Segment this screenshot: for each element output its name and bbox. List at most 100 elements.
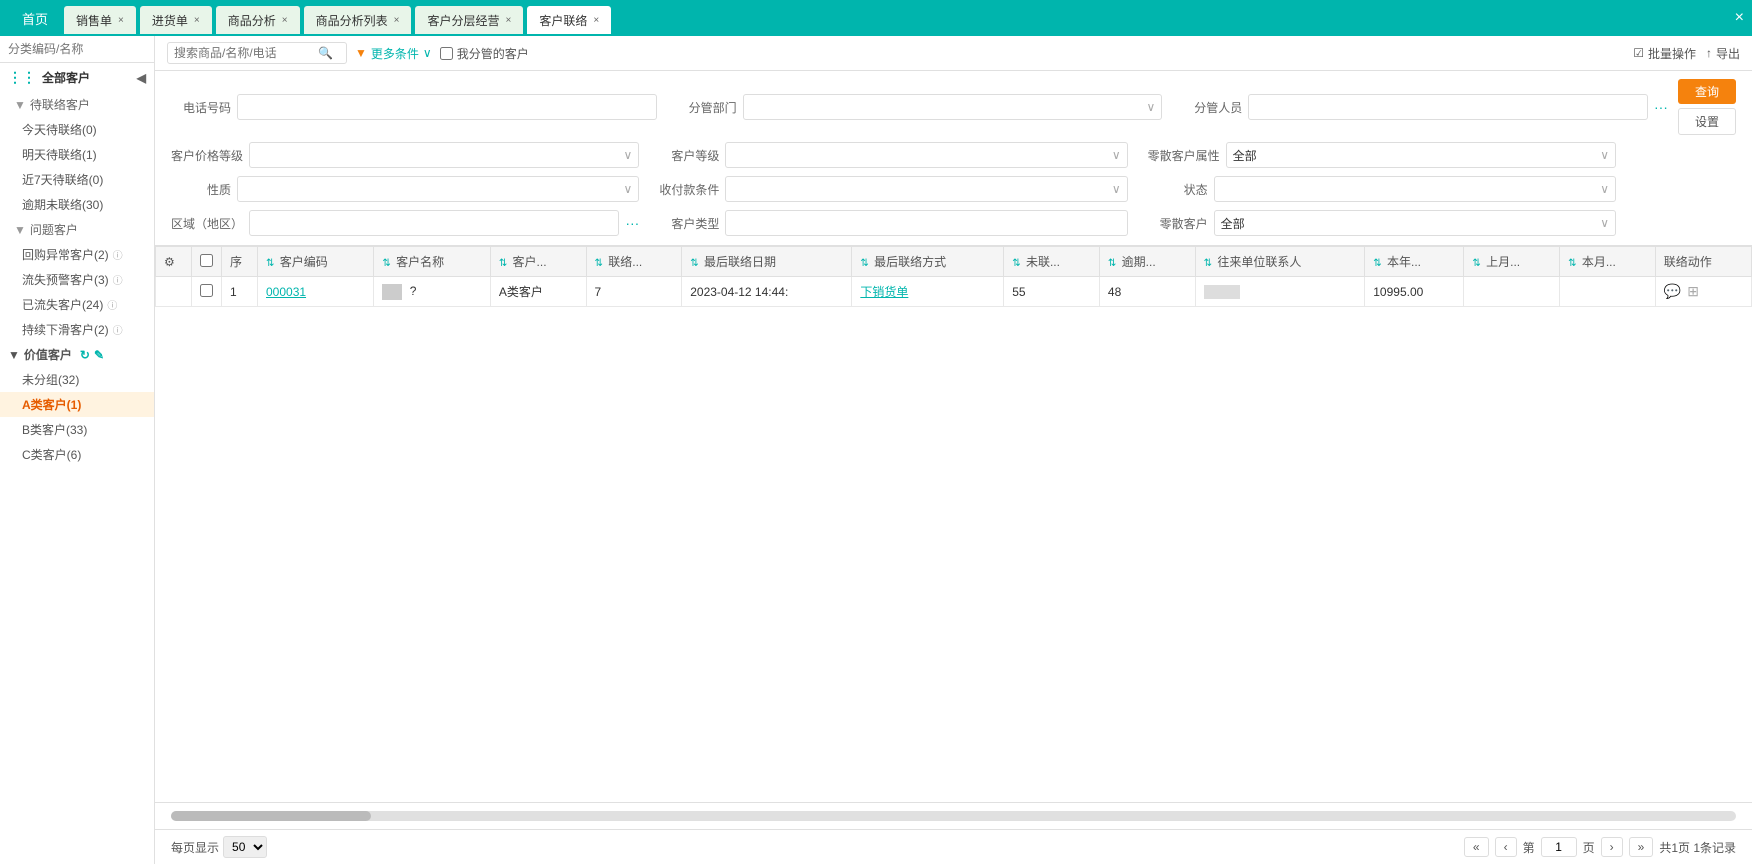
col-contact-count[interactable]: ⇅ 联络... [586,247,682,277]
sidebar-item-tomorrow[interactable]: 明天待联络(1) [0,142,154,167]
tab-close-customer-segment[interactable]: × [505,15,511,26]
filter-select-nature[interactable]: ∨ [237,176,639,202]
more-conditions-button[interactable]: ▼ 更多条件 ∨ [355,45,432,62]
sidebar-item-today[interactable]: 今天待联络(0) [0,117,154,142]
filter-input-person[interactable] [1248,94,1648,120]
setting-button[interactable]: 设置 [1678,108,1736,135]
sidebar-group-value[interactable]: ▼ 价值客户 ↻ ✎ [0,342,154,367]
filter-cell-status: 状态 ∨ [1148,175,1616,203]
filter-row-3: 性质 ∨ 收付款条件 ∨ 状态 [171,175,1736,203]
sidebar-search-box[interactable]: 🔍 [0,36,154,63]
filter-dots-person[interactable]: ··· [1654,99,1668,115]
bulk-op-button[interactable]: ☑ 批量操作 [1633,45,1696,62]
my-customers-checkbox[interactable]: 我分管的客户 [440,45,529,62]
sidebar-item-churned[interactable]: 已流失客户(24) ⓘ [0,292,154,317]
tab-close-customer-contact[interactable]: × [593,15,599,26]
cell-seq: 1 [222,277,258,307]
sidebar-item-churn-warning[interactable]: 流失预警客户(3) ⓘ [0,267,154,292]
filter-select-cust-level[interactable]: ∨ [725,142,1127,168]
col-last-method[interactable]: ⇅ 最后联络方式 [852,247,1004,277]
filter-select-dept[interactable]: ∨ [743,94,1163,120]
filter-select-retail-attr[interactable]: 全部 ∨ [1226,142,1616,168]
sidebar-item-abnormal[interactable]: 回购异常客户(2) ⓘ [0,242,154,267]
tab-home[interactable]: 首页 [8,0,62,36]
col-last-month[interactable]: ⇅ 上月... [1464,247,1560,277]
filter-cell-region: 区域（地区） ··· [171,209,639,237]
cell-last-method[interactable]: 下销货单 [852,277,1004,307]
sidebar-group-pending[interactable]: ▼ 待联络客户 [0,92,154,117]
scroll-thumb[interactable] [171,811,371,821]
prev-page-button[interactable]: ‹ [1495,837,1517,857]
filter-select-payment[interactable]: ∨ [725,176,1127,202]
cell-last-date: 2023-04-12 14:44: [682,277,852,307]
sidebar-item-ungrouped[interactable]: 未分组(32) [0,367,154,392]
sidebar-item-overdue[interactable]: 逾期未联络(30) [0,192,154,217]
filter-dots-region[interactable]: ··· [625,215,639,231]
my-customers-check[interactable] [440,47,453,60]
sidebar-all-customers[interactable]: ⋮⋮ 全部客户 ◀ [0,63,154,92]
sidebar-item-a-class[interactable]: A类客户(1) [0,392,154,417]
search-box[interactable]: 🔍 [167,42,347,64]
col-code[interactable]: ⇅ 客户编码 [258,247,374,277]
chat-icon[interactable]: 💬 [1664,283,1681,300]
cell-checkbox[interactable] [192,277,222,307]
sidebar-item-7days[interactable]: 近7天待联络(0) [0,167,154,192]
sidebar-item-c-class[interactable]: C类客户(6) [0,442,154,467]
col-contact-person[interactable]: ⇅ 往来单位联系人 [1195,247,1365,277]
col-overdue[interactable]: ⇅ 逾期... [1099,247,1195,277]
tab-customer-segment[interactable]: 客户分层经营 × [415,6,523,34]
col-current-year[interactable]: ⇅ 本年... [1365,247,1464,277]
filter-input-region[interactable] [249,210,619,236]
last-page-button[interactable]: » [1629,837,1654,857]
sidebar-item-declining[interactable]: 持续下滑客户(2) ⓘ [0,317,154,342]
col-type[interactable]: ⇅ 客户... [490,247,586,277]
filter-select-price-level[interactable]: ∨ [249,142,639,168]
tab-analysis[interactable]: 商品分析 × [216,6,300,34]
tab-close-sales[interactable]: × [118,15,124,26]
refresh-icon[interactable]: ↻ [80,348,90,362]
edit-icon[interactable]: ✎ [94,348,104,362]
col-settings[interactable]: ⚙ [156,247,192,277]
tab-purchase[interactable]: 进货单 × [140,6,212,34]
filter-select-status[interactable]: ∨ [1214,176,1616,202]
col-last-date[interactable]: ⇅ 最后联络日期 [682,247,852,277]
next-page-button[interactable]: › [1601,837,1623,857]
cell-name[interactable]: ? [374,277,490,307]
filter-cell-retail-attr: 零散客户属性 全部 ∨ [1148,141,1616,169]
chevron-down-retail-cust: ∨ [1600,216,1609,230]
tab-close-analysis[interactable]: × [282,15,288,26]
sidebar-collapse-btn[interactable]: ◀ [137,71,146,85]
sidebar-item-b-class[interactable]: B类客户(33) [0,417,154,442]
col-current-month[interactable]: ⇅ 本月... [1560,247,1656,277]
tab-close-analysis-list[interactable]: × [394,15,400,26]
main-search-input[interactable] [174,46,314,60]
tab-customer-contact[interactable]: 客户联络 × [527,6,611,34]
col-uncontact[interactable]: ⇅ 未联... [1004,247,1100,277]
scroll-track[interactable] [171,811,1736,821]
row-checkbox[interactable] [200,284,213,297]
select-all-checkbox[interactable] [200,254,213,267]
col-checkbox[interactable] [192,247,222,277]
tab-analysis-list[interactable]: 商品分析列表 × [304,6,412,34]
tab-close-purchase[interactable]: × [194,15,200,26]
page-number-input[interactable] [1541,837,1577,857]
per-page-select[interactable]: 50 [223,836,267,858]
data-table: ⚙ 序 ⇅ 客户编码 ⇅ 客户名称 [155,246,1752,307]
close-all-button[interactable]: × [1735,9,1744,27]
filter-select-retail-cust[interactable]: 全部 ∨ [1214,210,1616,236]
sidebar-search-input[interactable] [8,42,155,56]
first-page-button[interactable]: « [1464,837,1489,857]
cell-code[interactable]: 000031 [258,277,374,307]
sidebar-group-problem[interactable]: ▼ 问题客户 [0,217,154,242]
search-icon[interactable]: 🔍 [318,46,333,60]
settings-icon[interactable]: ⚙ [164,255,175,269]
filter-btn-group: 查询 设置 [1668,79,1736,135]
search-button[interactable]: 查询 [1678,79,1736,104]
sort-icon-type: ⇅ [499,258,507,269]
filter-input-phone[interactable] [237,94,657,120]
export-button[interactable]: ↑ 导出 [1706,45,1740,62]
grid-icon[interactable]: ⊞ [1687,283,1699,300]
tab-sales[interactable]: 销售单 × [64,6,136,34]
filter-input-cust-type[interactable] [725,210,1127,236]
col-name[interactable]: ⇅ 客户名称 [374,247,490,277]
